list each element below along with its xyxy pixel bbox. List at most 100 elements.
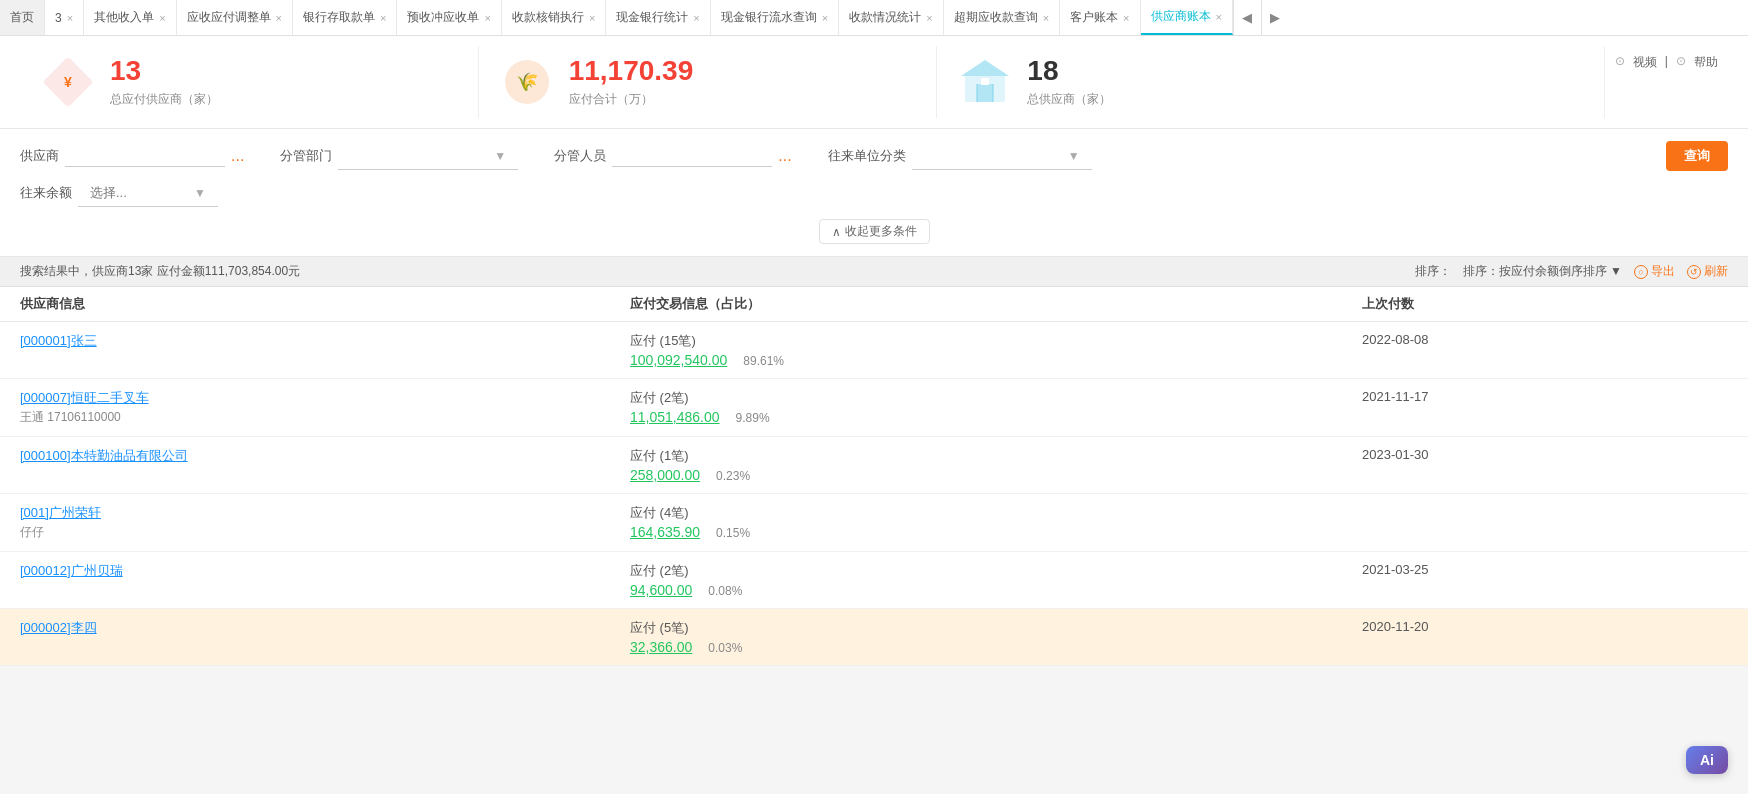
table-row: [000007]恒旺二手叉车 王通 17106110000 应付 (2笔) 11… bbox=[0, 379, 1748, 437]
dept-dropdown-icon[interactable]: ▼ bbox=[494, 149, 506, 163]
last-payment-value-1: 2022-08-08 bbox=[1362, 332, 1429, 347]
supplier-info-1: [000001]张三 bbox=[20, 332, 630, 350]
nav-tab-verify-label: 收款核销执行 bbox=[512, 9, 584, 26]
tx-percent-2: 9.89% bbox=[736, 411, 770, 425]
payable-total-label: 应付合计（万） bbox=[569, 91, 694, 108]
supplier-link-3[interactable]: [000100]本特勤油品有限公司 bbox=[20, 447, 630, 465]
supplier-link-6[interactable]: [000002]李四 bbox=[20, 619, 630, 637]
nav-tab-customer-label: 客户账本 bbox=[1070, 9, 1118, 26]
category-dropdown-icon[interactable]: ▼ bbox=[1068, 149, 1080, 163]
nav-tab-adjust[interactable]: 应收应付调整单 × bbox=[177, 0, 293, 35]
nav-tab-prepay-close[interactable]: × bbox=[484, 12, 490, 24]
total-suppliers-number: 18 bbox=[1027, 56, 1111, 87]
transaction-info-4: 应付 (4笔) 164,635.90 0.15% bbox=[630, 504, 1362, 540]
nav-tab-cashflow[interactable]: 现金银行流水查询 × bbox=[711, 0, 839, 35]
export-icon: ○ bbox=[1634, 265, 1648, 279]
nav-tab-receiptstat[interactable]: 收款情况统计 × bbox=[839, 0, 943, 35]
nav-tab-overdue-close[interactable]: × bbox=[1043, 12, 1049, 24]
tx-amount-4[interactable]: 164,635.90 bbox=[630, 524, 700, 540]
supplier-link-2[interactable]: [000007]恒旺二手叉车 bbox=[20, 389, 630, 407]
nav-tab-cashstat[interactable]: 现金银行统计 × bbox=[606, 0, 710, 35]
nav-tab-adjust-close[interactable]: × bbox=[276, 12, 282, 24]
nav-tab-income-label: 其他收入单 bbox=[94, 9, 154, 26]
export-button[interactable]: ○ 导出 bbox=[1634, 263, 1675, 280]
tx-amount-6[interactable]: 32,366.00 bbox=[630, 639, 692, 655]
supplier-link-5[interactable]: [000012]广州贝瑞 bbox=[20, 562, 630, 580]
dept-filter-input[interactable] bbox=[344, 145, 494, 166]
nav-tab-overdue[interactable]: 超期应收款查询 × bbox=[944, 0, 1060, 35]
svg-text:¥: ¥ bbox=[64, 74, 72, 90]
collapse-up-icon: ∧ bbox=[832, 225, 841, 239]
nav-scroll-right[interactable]: ▶ bbox=[1261, 0, 1289, 35]
nav-tab-verify[interactable]: 收款核销执行 × bbox=[502, 0, 606, 35]
last-payment-2: 2021-11-17 bbox=[1362, 389, 1728, 404]
sort-select[interactable]: 排序：按应付余额倒序排序 ▼ bbox=[1463, 263, 1622, 280]
supplier-filter-input[interactable] bbox=[65, 145, 225, 167]
tx-amount-5[interactable]: 94,600.00 bbox=[630, 582, 692, 598]
nav-tab-supplier-label: 供应商账本 bbox=[1151, 8, 1211, 25]
summary-bar: ¥ 13 总应付供应商（家） 🌾 11,170.39 应付合计（万） bbox=[0, 36, 1748, 129]
nav-scroll-left[interactable]: ◀ bbox=[1233, 0, 1261, 35]
tx-amount-3[interactable]: 258,000.00 bbox=[630, 467, 700, 483]
nav-tab-receiptstat-label: 收款情况统计 bbox=[849, 9, 921, 26]
balance-dropdown-icon[interactable]: ▼ bbox=[194, 186, 206, 200]
nav-tab-cashstat-close[interactable]: × bbox=[693, 12, 699, 24]
last-payment-1: 2022-08-08 bbox=[1362, 332, 1728, 347]
nav-tab-cashstat-label: 现金银行统计 bbox=[616, 9, 688, 26]
supplier-info-5: [000012]广州贝瑞 bbox=[20, 562, 630, 580]
nav-tab-supplier[interactable]: 供应商账本 × bbox=[1141, 0, 1233, 35]
supplier-link-1[interactable]: [000001]张三 bbox=[20, 332, 630, 350]
svg-rect-6 bbox=[977, 84, 993, 102]
tx-label-1: 应付 (15笔) bbox=[630, 332, 1362, 350]
nav-tab-adjust-label: 应收应付调整单 bbox=[187, 9, 271, 26]
nav-tab-3[interactable]: 3 × bbox=[45, 0, 84, 35]
nav-tab-prepay[interactable]: 预收冲应收单 × bbox=[397, 0, 501, 35]
summary-card-payable-suppliers: ¥ 13 总应付供应商（家） bbox=[20, 46, 479, 118]
supplier-filter-dots[interactable]: ... bbox=[231, 147, 244, 165]
search-button[interactable]: 查询 bbox=[1666, 141, 1728, 171]
person-filter-dots[interactable]: ... bbox=[778, 147, 791, 165]
top-navigation: 首页 3 × 其他收入单 × 应收应付调整单 × 银行存取款单 × 预收冲应收单… bbox=[0, 0, 1748, 36]
nav-tab-receiptstat-close[interactable]: × bbox=[926, 12, 932, 24]
total-suppliers-label: 总供应商（家） bbox=[1027, 91, 1111, 108]
dept-filter-label: 分管部门 bbox=[280, 147, 332, 165]
balance-filter-input[interactable] bbox=[84, 182, 194, 203]
category-filter-input[interactable] bbox=[918, 145, 1068, 166]
nav-tab-income[interactable]: 其他收入单 × bbox=[84, 0, 176, 35]
result-bar: 搜索结果中，供应商13家 应付金额111,703,854.00元 排序： 排序：… bbox=[0, 257, 1748, 287]
supplier-info-4: [001]广州荣轩 仔仔 bbox=[20, 504, 630, 541]
tx-percent-5: 0.08% bbox=[708, 584, 742, 598]
nav-tab-customer[interactable]: 客户账本 × bbox=[1060, 0, 1140, 35]
nav-tab-bank[interactable]: 银行存取款单 × bbox=[293, 0, 397, 35]
tx-label-6: 应付 (5笔) bbox=[630, 619, 1362, 637]
refresh-button[interactable]: ↺ 刷新 bbox=[1687, 263, 1728, 280]
nav-tab-customer-close[interactable]: × bbox=[1123, 12, 1129, 24]
nav-tab-3-close[interactable]: × bbox=[67, 12, 73, 24]
transaction-info-3: 应付 (1笔) 258,000.00 0.23% bbox=[630, 447, 1362, 483]
help-link[interactable]: 帮助 bbox=[1694, 54, 1718, 71]
tx-percent-3: 0.23% bbox=[716, 469, 750, 483]
col-header-supplier: 供应商信息 bbox=[20, 295, 630, 313]
nav-tab-bank-label: 银行存取款单 bbox=[303, 9, 375, 26]
nav-tab-bank-close[interactable]: × bbox=[380, 12, 386, 24]
tx-label-5: 应付 (2笔) bbox=[630, 562, 1362, 580]
nav-tab-cashflow-close[interactable]: × bbox=[822, 12, 828, 24]
help-icon: ⊙ bbox=[1676, 54, 1686, 68]
supplier-filter-label: 供应商 bbox=[20, 147, 59, 165]
nav-tab-supplier-close[interactable]: × bbox=[1216, 11, 1222, 23]
collapse-conditions-button[interactable]: ∧ 收起更多条件 bbox=[819, 219, 930, 244]
tx-amount-1[interactable]: 100,092,540.00 bbox=[630, 352, 727, 368]
nav-tab-overdue-label: 超期应收款查询 bbox=[954, 9, 1038, 26]
person-filter-input[interactable] bbox=[612, 145, 772, 167]
tx-label-3: 应付 (1笔) bbox=[630, 447, 1362, 465]
nav-tab-home[interactable]: 首页 bbox=[0, 0, 45, 35]
nav-tab-verify-close[interactable]: × bbox=[589, 12, 595, 24]
tx-amount-2[interactable]: 11,051,486.00 bbox=[630, 409, 720, 425]
supplier-info-6: [000002]李四 bbox=[20, 619, 630, 637]
supplier-link-4[interactable]: [001]广州荣轩 bbox=[20, 504, 630, 522]
video-link[interactable]: 视频 bbox=[1633, 54, 1657, 71]
col-header-last-payment: 上次付数 bbox=[1362, 295, 1728, 313]
nav-tab-income-close[interactable]: × bbox=[159, 12, 165, 24]
last-payment-5: 2021-03-25 bbox=[1362, 562, 1728, 577]
wheat-icon: 🌾 bbox=[499, 54, 555, 110]
